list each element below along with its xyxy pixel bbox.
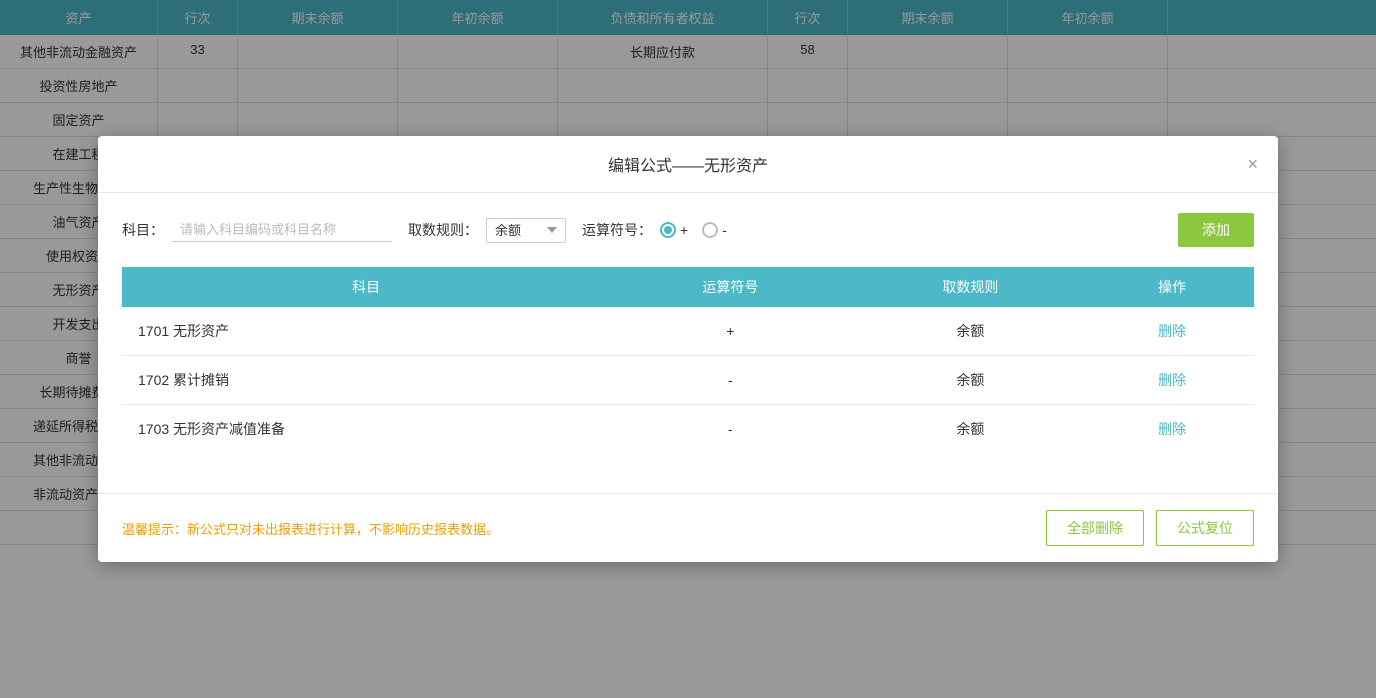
td-action-1: 删除 xyxy=(1090,356,1254,405)
modal-overlay: 编辑公式——无形资产 × 科目： 取数规则： 余额 运算符号： xyxy=(0,0,1376,698)
td-action-2: 删除 xyxy=(1090,405,1254,454)
radio-plus-circle xyxy=(660,222,676,238)
operator-minus-label: - xyxy=(722,222,727,238)
th-fetch-rule: 取数规则 xyxy=(850,267,1090,307)
td-fetch-rule-1: 余额 xyxy=(850,356,1090,405)
th-operator: 运算符号 xyxy=(610,267,850,307)
modal-footer: 温馨提示：新公式只对未出报表进行计算，不影响历史报表数据。 全部删除 公式复位 xyxy=(98,493,1278,562)
th-action: 操作 xyxy=(1090,267,1254,307)
modal-body: 科目： 取数规则： 余额 运算符号： + xyxy=(98,193,1278,493)
table-row: 1702 累计摊销 - 余额 删除 xyxy=(122,356,1254,405)
th-subject: 科目 xyxy=(122,267,610,307)
td-operator-1: - xyxy=(610,356,850,405)
formula-table-body: 1701 无形资产 + 余额 删除 1702 累计摊销 - 余额 删除 1703… xyxy=(122,307,1254,453)
delete-row-button-0[interactable]: 删除 xyxy=(1158,321,1186,341)
modal-dialog: 编辑公式——无形资产 × 科目： 取数规则： 余额 运算符号： xyxy=(98,136,1278,562)
modal-title: 编辑公式——无形资产 xyxy=(608,152,768,176)
footer-buttons: 全部删除 公式复位 xyxy=(1046,510,1254,546)
operator-plus-radio[interactable]: + xyxy=(660,222,688,238)
td-action-0: 删除 xyxy=(1090,307,1254,356)
td-operator-2: - xyxy=(610,405,850,454)
reset-button[interactable]: 公式复位 xyxy=(1156,510,1254,546)
td-fetch-rule-0: 余额 xyxy=(850,307,1090,356)
form-row: 科目： 取数规则： 余额 运算符号： + xyxy=(122,213,1254,247)
operator-minus-radio[interactable]: - xyxy=(702,222,727,238)
delete-all-button[interactable]: 全部删除 xyxy=(1046,510,1144,546)
subject-input[interactable] xyxy=(172,218,392,242)
table-row: 1701 无形资产 + 余额 删除 xyxy=(122,307,1254,356)
subject-group: 科目： xyxy=(122,218,392,242)
fetch-rule-group: 取数规则： 余额 xyxy=(408,218,566,243)
table-row: 1703 无形资产减值准备 - 余额 删除 xyxy=(122,405,1254,454)
formula-table-head: 科目 运算符号 取数规则 操作 xyxy=(122,267,1254,307)
td-fetch-rule-2: 余额 xyxy=(850,405,1090,454)
operator-group: 运算符号： + - xyxy=(582,220,727,240)
add-button[interactable]: 添加 xyxy=(1178,213,1254,247)
delete-row-button-2[interactable]: 删除 xyxy=(1158,419,1186,439)
td-subject-0: 1701 无形资产 xyxy=(122,307,610,356)
close-button[interactable]: × xyxy=(1247,155,1258,173)
fetch-rule-select[interactable]: 余额 xyxy=(486,218,566,243)
delete-row-button-1[interactable]: 删除 xyxy=(1158,370,1186,390)
formula-table-header-row: 科目 运算符号 取数规则 操作 xyxy=(122,267,1254,307)
modal-header: 编辑公式——无形资产 × xyxy=(98,136,1278,193)
td-subject-1: 1702 累计摊销 xyxy=(122,356,610,405)
operator-plus-label: + xyxy=(680,222,688,238)
formula-table: 科目 运算符号 取数规则 操作 1701 无形资产 + 余额 删除 1702 累… xyxy=(122,267,1254,453)
operator-label: 运算符号： xyxy=(582,220,652,240)
footer-tip: 温馨提示：新公式只对未出报表进行计算，不影响历史报表数据。 xyxy=(122,519,499,538)
radio-minus-circle xyxy=(702,222,718,238)
td-subject-2: 1703 无形资产减值准备 xyxy=(122,405,610,454)
fetch-rule-label: 取数规则： xyxy=(408,220,478,240)
subject-label: 科目： xyxy=(122,220,164,240)
operator-radio-group: + - xyxy=(660,222,727,238)
td-operator-0: + xyxy=(610,307,850,356)
